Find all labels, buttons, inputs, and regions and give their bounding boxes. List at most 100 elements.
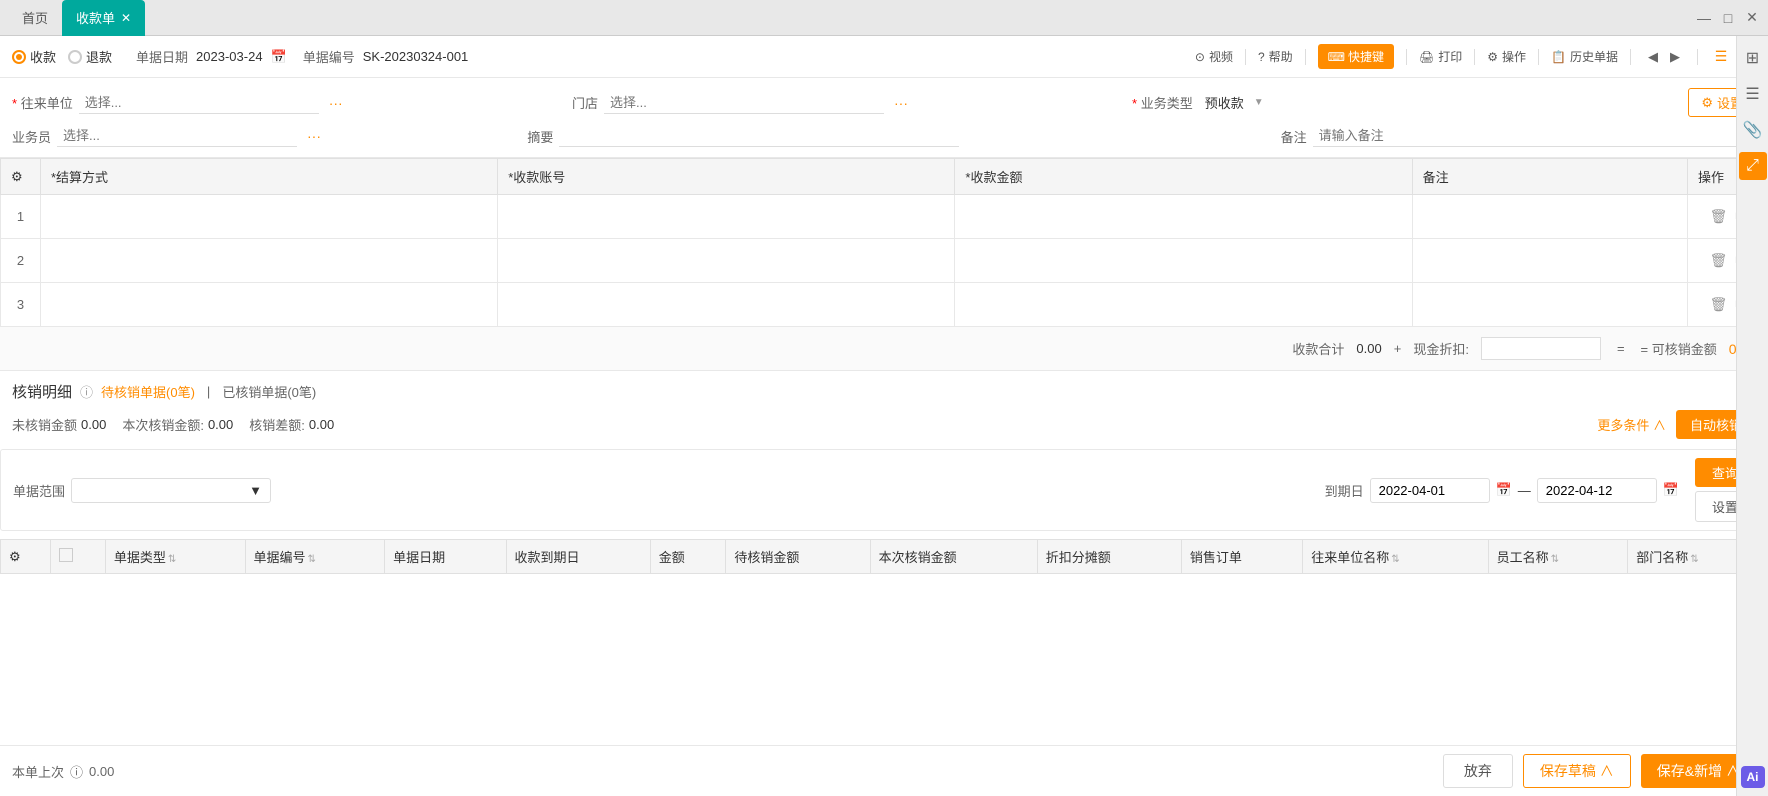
range-label: 单据范围 (13, 481, 65, 500)
maximize-button[interactable]: □ (1720, 10, 1736, 26)
notes-input[interactable] (1313, 125, 1756, 147)
close-button[interactable]: ✕ (1744, 10, 1760, 26)
date-to-input[interactable] (1537, 478, 1657, 503)
bth-counter-party: 往来单位名称⇅ (1303, 540, 1488, 574)
row-3-amount[interactable] (955, 283, 1412, 327)
row-3-notes[interactable] (1412, 283, 1687, 327)
radio-refund[interactable]: 退款 (68, 47, 112, 66)
page-info-icon[interactable]: ⓘ (70, 762, 83, 781)
video-icon: ⊙ (1195, 50, 1205, 64)
due-date-label: 到期日 (1325, 481, 1364, 500)
row-2-notes[interactable] (1412, 239, 1687, 283)
notes-field: 备注 (1281, 125, 1756, 147)
current-value: 0.00 (208, 417, 233, 432)
row-2-delete-icon[interactable]: 🗑 (1710, 252, 1728, 269)
row-1-notes[interactable] (1412, 195, 1687, 239)
divider-1 (1245, 49, 1246, 65)
row-2-amount[interactable] (955, 239, 1412, 283)
next-button[interactable]: ▶ (1665, 47, 1685, 67)
divider-2 (1305, 49, 1306, 65)
business-type-arrow[interactable]: ▼ (1254, 97, 1264, 108)
verify-info-icon[interactable]: ⓘ (80, 382, 93, 401)
sidebar-list-icon[interactable]: ☰ (1739, 80, 1767, 108)
prev-button[interactable]: ◀ (1643, 47, 1663, 67)
cal-to-icon[interactable]: 📅 (1663, 482, 1679, 498)
cal-from-icon[interactable]: 📅 (1496, 482, 1512, 498)
staff-more-icon[interactable]: ··· (303, 128, 325, 144)
tab-bar: 首页 收款单 ✕ — □ ✕ (0, 0, 1768, 36)
sidebar-clip-icon[interactable]: 📎 (1739, 116, 1767, 144)
store-more-icon[interactable]: ··· (890, 95, 912, 111)
summary-input[interactable] (559, 125, 959, 147)
data-table: ⚙ *结算方式 *收款账号 *收款金额 备注 操作 1 (0, 158, 1768, 327)
select-all-checkbox[interactable] (59, 548, 73, 562)
ops-action[interactable]: ⚙ 操作 (1487, 48, 1526, 65)
save-draft-button[interactable]: 保存草稿 ∧ (1523, 754, 1631, 788)
notes-label: 备注 (1281, 127, 1307, 146)
discount-input[interactable] (1481, 337, 1601, 360)
radio-receipt[interactable]: 收款 (12, 47, 56, 66)
sidebar-expand-icon[interactable]: ⤢ (1739, 152, 1767, 180)
counter-party-input[interactable] (79, 92, 319, 114)
row-2-account[interactable] (498, 239, 955, 283)
row-3-payment[interactable] (41, 283, 498, 327)
divider-3 (1406, 49, 1407, 65)
th-amount: *收款金额 (955, 159, 1412, 195)
row-1-account[interactable] (498, 195, 955, 239)
bth-settings[interactable]: ⚙ (1, 540, 51, 574)
th-notes: 备注 (1412, 159, 1687, 195)
sidebar-table-icon[interactable]: ⊞ (1739, 44, 1767, 72)
row-1-payment[interactable] (41, 195, 498, 239)
row-1-delete-icon[interactable]: 🗑 (1710, 208, 1728, 225)
history-action[interactable]: 📋 历史单据 (1551, 48, 1618, 65)
date-range: 📅 — 📅 (1370, 478, 1679, 503)
row-3-account[interactable] (498, 283, 955, 327)
more-conditions[interactable]: 更多条件 ∧ (1597, 415, 1666, 434)
staff-sort-icon[interactable]: ⇅ (1551, 554, 1559, 565)
main-content: 收款 退款 单据日期 2023-03-24 📅 单据编号 SK-20230324… (0, 36, 1768, 796)
bth-due-date: 收款到期日 (506, 540, 650, 574)
help-icon: ? (1258, 50, 1265, 64)
dept-sort-icon[interactable]: ⇅ (1690, 554, 1698, 565)
diff-value: 0.00 (309, 417, 334, 432)
counter-party-sort-icon[interactable]: ⇅ (1391, 554, 1399, 565)
calendar-icon[interactable]: 📅 (271, 49, 287, 65)
done-tab[interactable]: 已核销单据(0笔) (222, 382, 316, 401)
tab-home[interactable]: 首页 (8, 0, 62, 36)
business-type-field: * 业务类型 预收款 ▼ ⚙ 设置 (1132, 88, 1756, 117)
uncancelled-stat: 未核销金额 0.00 (12, 415, 106, 434)
list-view-button[interactable]: ☰ (1710, 46, 1732, 68)
bottom-header-row: ⚙ 单据类型⇅ 单据编号⇅ 单据日期 收款到期日 金额 待核销金额 本次核销金额… (1, 540, 1768, 574)
video-action[interactable]: ⊙ 视频 (1195, 48, 1233, 65)
help-action[interactable]: ? 帮助 (1258, 48, 1293, 65)
shortcut-button[interactable]: ⌨ 快捷键 (1318, 44, 1394, 69)
store-input[interactable] (604, 92, 884, 114)
counter-party-more-icon[interactable]: ··· (325, 95, 347, 111)
bth-discount: 折扣分摊额 (1037, 540, 1181, 574)
row-2-payment[interactable] (41, 239, 498, 283)
row-3-delete-icon[interactable]: 🗑 (1710, 296, 1728, 313)
tab-receipt[interactable]: 收款单 ✕ (62, 0, 145, 36)
staff-field: 业务员 ··· (12, 125, 487, 147)
staff-input[interactable] (57, 125, 297, 147)
bth-pending-amount: 待核销金额 (726, 540, 870, 574)
doc-no-sort-icon[interactable]: ⇅ (308, 554, 316, 565)
row-1-amount[interactable] (955, 195, 1412, 239)
minimize-button[interactable]: — (1696, 10, 1712, 26)
tab-close-icon[interactable]: ✕ (121, 11, 131, 25)
counter-party-field: * 往来单位 ··· (12, 92, 532, 114)
bottom-table-wrapper: ⚙ 单据类型⇅ 单据编号⇅ 单据日期 收款到期日 金额 待核销金额 本次核销金额… (0, 539, 1768, 745)
th-payment-method: *结算方式 (41, 159, 498, 195)
range-select[interactable]: ▼ (71, 478, 271, 503)
date-from-input[interactable] (1370, 478, 1490, 503)
th-settings[interactable]: ⚙ (1, 159, 41, 195)
bth-doc-type: 单据类型⇅ (105, 540, 245, 574)
doc-type-sort-icon[interactable]: ⇅ (168, 554, 176, 565)
pending-tab[interactable]: 待核销单据(0笔) (101, 382, 195, 401)
range-field: 单据范围 ▼ (13, 478, 1309, 503)
table-row: 2 🗑 ⧉ (1, 239, 1768, 283)
bth-checkbox-col (51, 540, 106, 574)
abandon-button[interactable]: 放弃 (1443, 754, 1513, 788)
ai-badge[interactable]: Ai (1741, 766, 1765, 788)
print-action[interactable]: 🖨 打印 (1419, 48, 1462, 65)
